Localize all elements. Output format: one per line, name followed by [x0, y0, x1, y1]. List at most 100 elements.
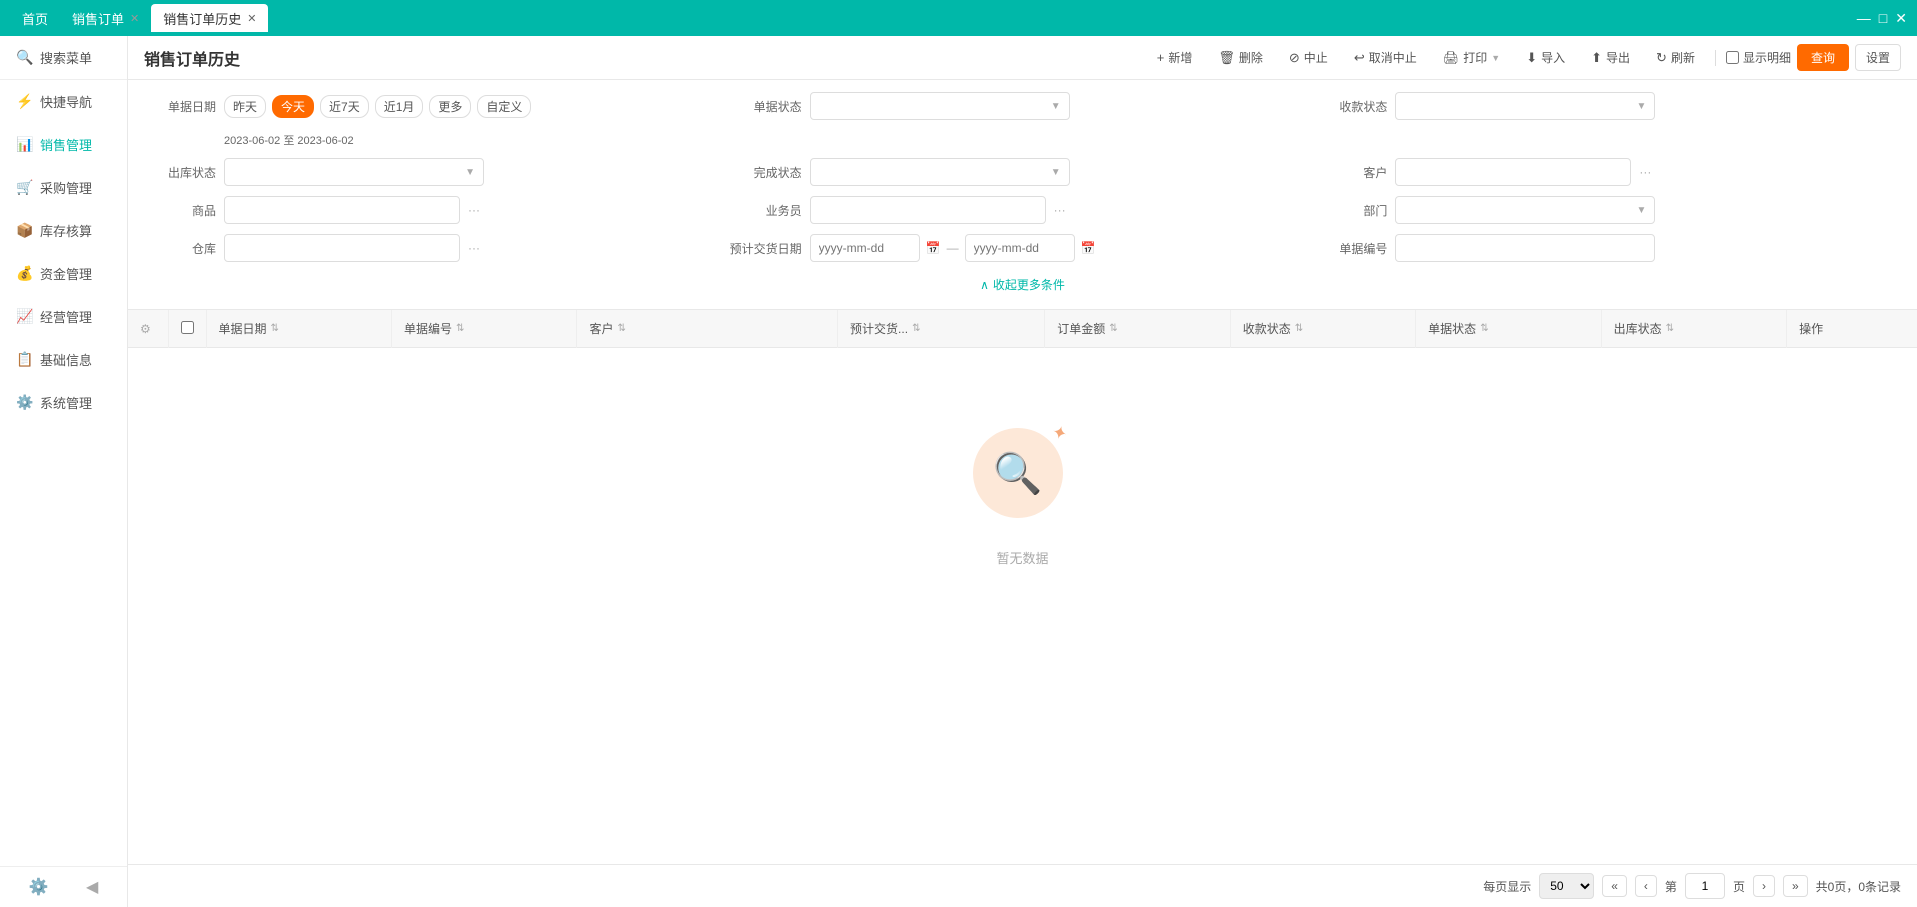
- customer-more-icon[interactable]: ···: [1635, 165, 1655, 179]
- column-settings-icon[interactable]: ⚙: [140, 322, 151, 336]
- empty-illustration: 🔍 ✦: [973, 428, 1073, 528]
- sidebar-item-basic-info[interactable]: 📋 基础信息: [0, 338, 127, 381]
- page-size-label: 每页显示: [1483, 878, 1531, 895]
- page-number-input[interactable]: [1685, 873, 1725, 899]
- filter-col-order-number: 单据编号: [1315, 234, 1901, 262]
- salesperson-input[interactable]: [810, 196, 1046, 224]
- collapse-filters-btn[interactable]: ∧ 收起更多条件: [144, 272, 1901, 297]
- calendar-from-icon[interactable]: 📅: [926, 241, 941, 255]
- settings-button[interactable]: 设置: [1855, 44, 1901, 71]
- date-btn-custom[interactable]: 自定义: [477, 95, 531, 118]
- customer-input[interactable]: [1395, 158, 1631, 186]
- window-maximize-icon[interactable]: □: [1879, 10, 1887, 26]
- date-btn-yesterday[interactable]: 昨天: [224, 95, 266, 118]
- sort-number-icon: ⇅: [456, 323, 464, 334]
- sidebar-item-sales-mgmt[interactable]: 📊 销售管理: [0, 123, 127, 166]
- status-select[interactable]: ▼: [810, 92, 1070, 120]
- export-button[interactable]: ⬆ 导出: [1581, 44, 1640, 71]
- sidebar-item-operations[interactable]: 📈 经营管理: [0, 295, 127, 338]
- table-area: ⚙ 单据日期 ⇅ 单据编号: [128, 310, 1917, 864]
- print-icon: 🖨: [1443, 50, 1460, 66]
- salesperson-more-icon[interactable]: ···: [1050, 203, 1070, 217]
- top-bar: 首页 销售订单 ✕ 销售订单历史 ✕ — □ ✕: [0, 0, 1917, 36]
- order-number-label: 单据编号: [1315, 240, 1395, 257]
- department-label: 部门: [1315, 202, 1395, 219]
- receipt-status-select[interactable]: ▼: [1395, 92, 1655, 120]
- search-icon: 🔍: [16, 49, 32, 66]
- th-operations: 操作: [1787, 310, 1917, 348]
- page-title: 销售订单历史: [144, 46, 240, 70]
- sidebar-search[interactable]: 🔍 搜索菜单: [0, 36, 127, 80]
- display-columns-checkbox-label[interactable]: 显示明细: [1726, 49, 1791, 66]
- last-page-button[interactable]: »: [1783, 875, 1808, 897]
- tab-sales-order[interactable]: 销售订单 ✕: [60, 4, 151, 32]
- filter-row-2: 出库状态 ▼ 完成状态 ▼ 客户: [144, 158, 1901, 186]
- sort-receipt-status[interactable]: 收款状态 ⇅: [1243, 320, 1403, 337]
- calendar-to-icon[interactable]: 📅: [1081, 241, 1096, 255]
- delete-button[interactable]: 🗑 删除: [1208, 44, 1273, 71]
- delivery-date-to[interactable]: [965, 234, 1075, 262]
- sidebar-basic-info-label: 基础信息: [40, 350, 92, 369]
- print-label: 打印: [1463, 49, 1487, 66]
- refresh-button[interactable]: ↻ 刷新: [1646, 44, 1705, 71]
- next-page-button[interactable]: ›: [1753, 875, 1775, 897]
- sort-order-status[interactable]: 单据状态 ⇅: [1428, 320, 1588, 337]
- window-minimize-icon[interactable]: —: [1857, 10, 1871, 26]
- import-button[interactable]: ⬇ 导入: [1516, 44, 1575, 71]
- sort-order-amount[interactable]: 订单金额 ⇅: [1057, 320, 1217, 337]
- sort-customer[interactable]: 客户 ⇅: [589, 320, 825, 337]
- department-select[interactable]: ▼: [1395, 196, 1655, 224]
- collapse-up-icon: ∧: [980, 278, 989, 292]
- delivery-date-from[interactable]: [810, 234, 920, 262]
- display-columns-checkbox[interactable]: [1726, 51, 1739, 64]
- product-input[interactable]: [224, 196, 460, 224]
- outbound-select[interactable]: ▼: [224, 158, 484, 186]
- page-size-select[interactable]: 10 20 50 100: [1539, 873, 1594, 899]
- date-btn-1month[interactable]: 近1月: [375, 95, 424, 118]
- date-btn-7days[interactable]: 近7天: [320, 95, 369, 118]
- add-button[interactable]: + 新增: [1147, 44, 1203, 71]
- sidebar-item-quick-nav[interactable]: ⚡ 快捷导航: [0, 80, 127, 123]
- sort-number[interactable]: 单据编号 ⇅: [404, 320, 564, 337]
- tab-sales-order-history-close[interactable]: ✕: [247, 12, 256, 25]
- window-close-icon[interactable]: ✕: [1895, 10, 1907, 27]
- th-date: 单据日期 ⇅: [206, 310, 391, 348]
- sort-delivery-date[interactable]: 预计交货... ⇅: [850, 320, 1032, 337]
- product-more-icon[interactable]: ···: [464, 203, 484, 217]
- th-order-amount-label: 订单金额: [1057, 320, 1105, 337]
- sidebar-collapse-icon[interactable]: ◀: [86, 877, 98, 897]
- warehouse-more-icon[interactable]: ···: [464, 241, 484, 255]
- print-button[interactable]: 🖨 打印 ▼: [1433, 44, 1510, 71]
- sidebar-item-system[interactable]: ⚙️ 系统管理: [0, 381, 127, 424]
- stop-button[interactable]: ⊘ 中止: [1279, 44, 1338, 71]
- order-number-input[interactable]: [1395, 234, 1655, 262]
- receipt-status-dropdown-icon: ▼: [1636, 101, 1646, 112]
- sort-outbound-status[interactable]: 出库状态 ⇅: [1614, 320, 1774, 337]
- sort-date[interactable]: 单据日期 ⇅: [219, 320, 379, 337]
- sidebar-item-finance[interactable]: 💰 资金管理: [0, 252, 127, 295]
- sidebar-item-inventory[interactable]: 📦 库存核算: [0, 209, 127, 252]
- cancel-stop-button[interactable]: ↩ 取消中止: [1344, 44, 1427, 71]
- tab-sales-order-close[interactable]: ✕: [130, 12, 139, 25]
- tab-sales-order-history[interactable]: 销售订单历史 ✕: [151, 4, 268, 32]
- content-area: 销售订单历史 + 新增 🗑 删除 ⊘ 中止 ↩ 取消中止: [128, 36, 1917, 907]
- prev-page-button[interactable]: ‹: [1635, 875, 1657, 897]
- filter-col-warehouse: 仓库 ···: [144, 234, 730, 262]
- sidebar-settings-icon[interactable]: ⚙️: [29, 877, 49, 897]
- first-page-button[interactable]: «: [1602, 875, 1627, 897]
- date-btn-more[interactable]: 更多: [429, 95, 471, 118]
- date-btn-today[interactable]: 今天: [272, 95, 314, 118]
- date-range-display: 2023-06-02 至 2023-06-02: [224, 132, 354, 148]
- tab-home[interactable]: 首页: [10, 4, 60, 32]
- warehouse-input[interactable]: [224, 234, 460, 262]
- add-label: 新增: [1168, 49, 1192, 66]
- search-button[interactable]: 查询: [1797, 44, 1849, 71]
- sort-customer-icon: ⇅: [617, 323, 625, 334]
- th-settings: ⚙: [128, 310, 168, 348]
- select-all-checkbox[interactable]: [181, 321, 194, 334]
- completion-select[interactable]: ▼: [810, 158, 1070, 186]
- page-suffix-label: 页: [1733, 878, 1745, 895]
- th-number: 单据编号 ⇅: [391, 310, 576, 348]
- filter-area: 单据日期 昨天 今天 近7天 近1月 更多 自定义 单据状态 ▼: [128, 80, 1917, 310]
- sidebar-item-purchase-mgmt[interactable]: 🛒 采购管理: [0, 166, 127, 209]
